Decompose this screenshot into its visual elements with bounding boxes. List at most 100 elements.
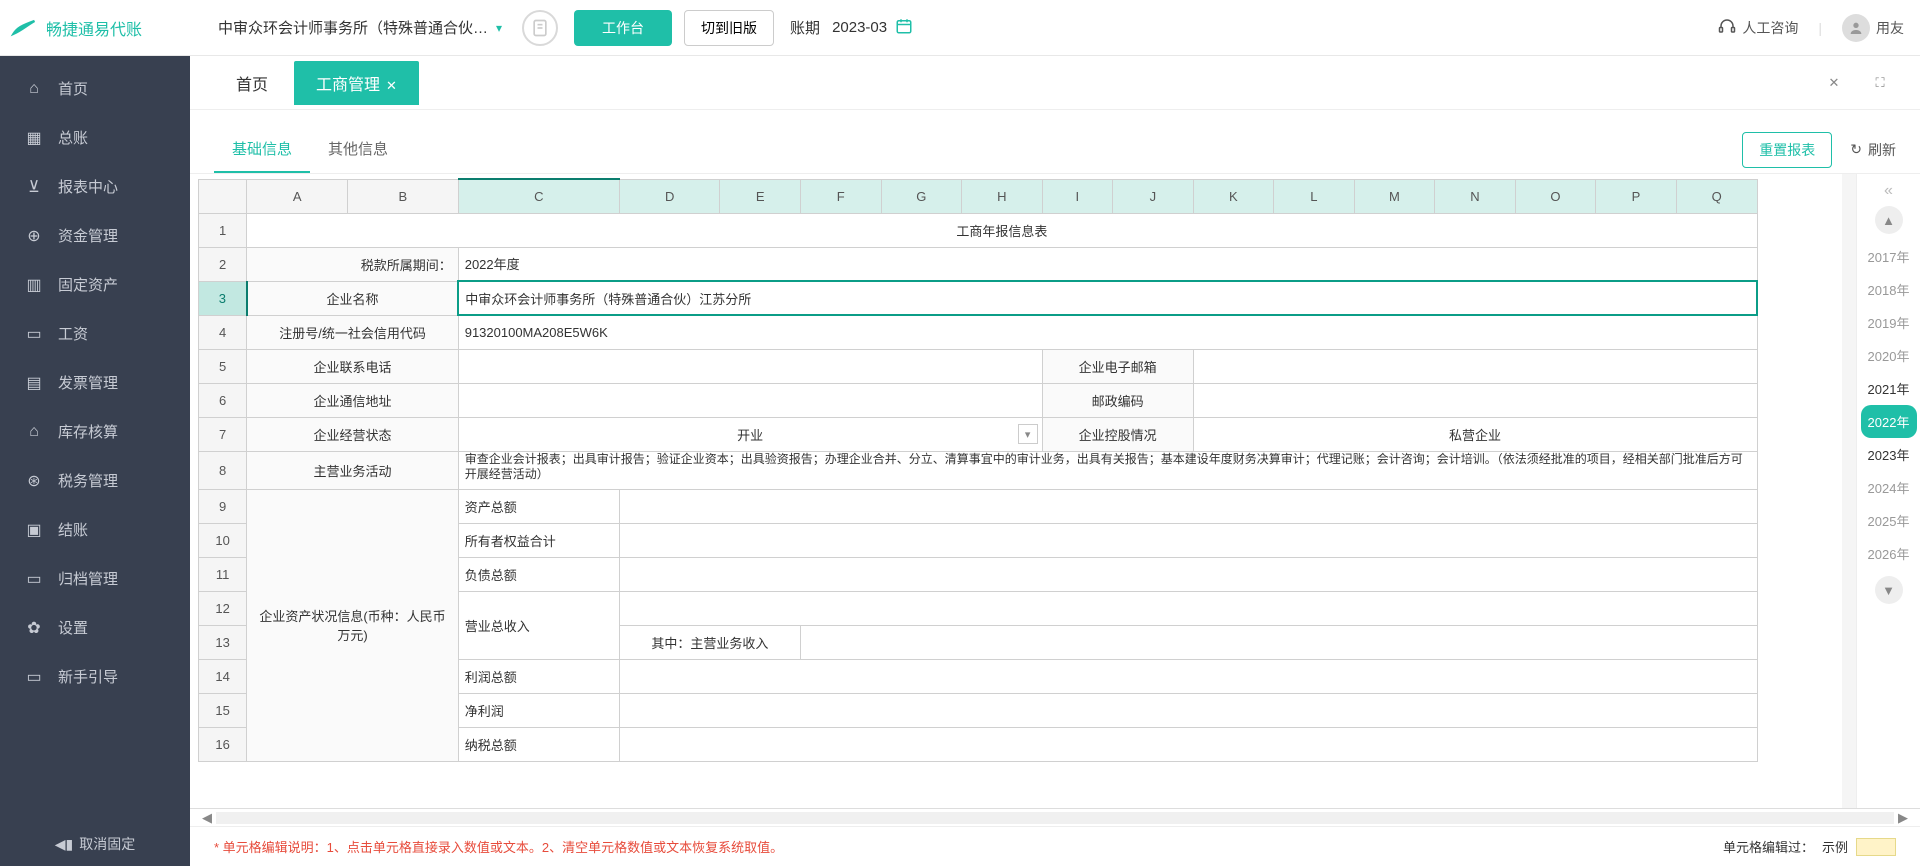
scroll-track[interactable] xyxy=(216,812,1894,824)
col-header[interactable]: E xyxy=(720,179,801,213)
year-item[interactable]: 2022年 xyxy=(1861,405,1917,438)
cell[interactable] xyxy=(619,727,1757,761)
cell-label[interactable]: 净利润 xyxy=(458,693,619,727)
year-item[interactable]: 2019年 xyxy=(1861,306,1917,339)
row-header[interactable]: 4 xyxy=(199,315,247,349)
sidebar-item-6[interactable]: ▤发票管理 xyxy=(0,358,190,407)
sidebar-item-1[interactable]: ▦总账 xyxy=(0,113,190,162)
cell-label[interactable]: 主营业务活动 xyxy=(247,451,458,489)
subtab-other-info[interactable]: 其他信息 xyxy=(310,126,406,173)
col-header[interactable]: K xyxy=(1193,179,1274,213)
cell[interactable]: 2022年度 xyxy=(458,247,1757,281)
user-menu[interactable]: 用友 xyxy=(1842,14,1904,42)
cell-label[interactable]: 资产总额 xyxy=(458,489,619,523)
close-icon[interactable]: ✕ xyxy=(386,78,397,93)
cell[interactable] xyxy=(801,625,1758,659)
cell[interactable] xyxy=(1193,349,1757,383)
cell-label[interactable]: 注册号/统一社会信用代码 xyxy=(247,315,458,349)
cell-group-label[interactable]: 企业资产状况信息(币种：人民币万元) xyxy=(247,489,458,761)
col-header[interactable]: I xyxy=(1042,179,1112,213)
year-item[interactable]: 2024年 xyxy=(1861,471,1917,504)
year-collapse-icon[interactable]: « xyxy=(1884,182,1893,200)
row-header[interactable]: 13 xyxy=(199,625,247,659)
refresh-button[interactable]: ↻ 刷新 xyxy=(1850,140,1896,160)
col-header[interactable]: H xyxy=(962,179,1043,213)
period-picker[interactable]: 2023-03 xyxy=(832,17,913,39)
assistant-icon[interactable] xyxy=(522,10,558,46)
sidebar-item-2[interactable]: ⊻报表中心 xyxy=(0,162,190,211)
select-all-cell[interactable] xyxy=(199,179,247,213)
sidebar-item-4[interactable]: ▥固定资产 xyxy=(0,260,190,309)
row-header[interactable]: 6 xyxy=(199,383,247,417)
vertical-scrollbar[interactable] xyxy=(1842,174,1856,808)
cell-label[interactable]: 纳税总额 xyxy=(458,727,619,761)
cell-label[interactable]: 税款所属期间： xyxy=(247,247,458,281)
row-header[interactable]: 14 xyxy=(199,659,247,693)
cell-label[interactable]: 所有者权益合计 xyxy=(458,523,619,557)
col-header[interactable]: J xyxy=(1113,179,1194,213)
old-version-button[interactable]: 切到旧版 xyxy=(684,10,774,46)
row-header[interactable]: 3 xyxy=(199,281,247,315)
tab-business-admin[interactable]: 工商管理✕ xyxy=(294,61,419,105)
cell-label[interactable]: 企业经营状态 xyxy=(247,417,458,451)
subtab-basic-info[interactable]: 基础信息 xyxy=(214,126,310,173)
col-header[interactable]: N xyxy=(1435,179,1516,213)
col-header[interactable]: O xyxy=(1515,179,1596,213)
cell-dropdown[interactable]: 开业 xyxy=(458,417,1042,451)
sidebar-item-9[interactable]: ▣结账 xyxy=(0,505,190,554)
cell[interactable] xyxy=(1193,383,1757,417)
tab-home[interactable]: 首页 xyxy=(214,61,290,105)
col-header[interactable]: A xyxy=(247,179,348,213)
reset-report-button[interactable]: 重置报表 xyxy=(1742,132,1832,168)
col-header[interactable]: G xyxy=(881,179,962,213)
cell[interactable]: 审查企业会计报表；出具审计报告；验证企业资本；出具验资报告；办理企业合并、分立、… xyxy=(458,451,1757,489)
year-item[interactable]: 2018年 xyxy=(1861,273,1917,306)
col-header[interactable]: C xyxy=(458,179,619,213)
cell-label[interactable]: 邮政编码 xyxy=(1042,383,1193,417)
cell-label[interactable]: 企业电子邮箱 xyxy=(1042,349,1193,383)
cell[interactable] xyxy=(619,489,1757,523)
col-header[interactable]: B xyxy=(347,179,458,213)
cell-label[interactable]: 营业总收入 xyxy=(458,591,619,659)
col-header[interactable]: M xyxy=(1354,179,1435,213)
row-header[interactable]: 12 xyxy=(199,591,247,625)
cell-label[interactable]: 企业联系电话 xyxy=(247,349,458,383)
cell-label[interactable]: 其中：主营业务收入 xyxy=(619,625,800,659)
fullscreen-button[interactable]: ⛶ xyxy=(1864,67,1896,99)
row-header[interactable]: 5 xyxy=(199,349,247,383)
cell[interactable] xyxy=(619,591,1757,625)
year-item[interactable]: 2025年 xyxy=(1861,504,1917,537)
horizontal-scrollbar[interactable]: ◀ ▶ xyxy=(190,808,1920,826)
row-header[interactable]: 9 xyxy=(199,489,247,523)
year-up-button[interactable]: ▲ xyxy=(1875,206,1903,234)
cell[interactable] xyxy=(619,557,1757,591)
sidebar-item-7[interactable]: ⌂库存核算 xyxy=(0,407,190,456)
worktable-button[interactable]: 工作台 xyxy=(574,10,672,46)
scroll-left-icon[interactable]: ◀ xyxy=(198,810,216,826)
row-header[interactable]: 7 xyxy=(199,417,247,451)
row-header[interactable]: 1 xyxy=(199,213,247,247)
cell[interactable] xyxy=(458,383,1042,417)
year-item[interactable]: 2021年 xyxy=(1861,372,1917,405)
col-header[interactable]: F xyxy=(801,179,882,213)
col-header[interactable]: D xyxy=(619,179,720,213)
row-header[interactable]: 11 xyxy=(199,557,247,591)
year-item[interactable]: 2026年 xyxy=(1861,537,1917,570)
cell-label[interactable]: 企业名称 xyxy=(247,281,458,315)
spreadsheet[interactable]: A B C D E F G H I J K L M xyxy=(190,174,1856,808)
close-all-tabs-button[interactable]: ✕ xyxy=(1818,67,1850,99)
cell[interactable] xyxy=(458,349,1042,383)
unpin-button[interactable]: ◀▮ 取消固定 xyxy=(0,822,190,866)
cell-label[interactable]: 企业控股情况 xyxy=(1042,417,1193,451)
cell-label[interactable]: 负债总额 xyxy=(458,557,619,591)
col-header[interactable]: L xyxy=(1274,179,1355,213)
cell-label[interactable]: 利润总额 xyxy=(458,659,619,693)
col-header[interactable]: Q xyxy=(1676,179,1757,213)
cell[interactable]: 私营企业 xyxy=(1193,417,1757,451)
sidebar-item-8[interactable]: ⊛税务管理 xyxy=(0,456,190,505)
year-item[interactable]: 2020年 xyxy=(1861,339,1917,372)
row-header[interactable]: 16 xyxy=(199,727,247,761)
company-selector[interactable]: 中审众环会计师事务所（特殊普通合伙… ▾ xyxy=(218,17,502,38)
row-header[interactable]: 2 xyxy=(199,247,247,281)
cell[interactable] xyxy=(619,693,1757,727)
